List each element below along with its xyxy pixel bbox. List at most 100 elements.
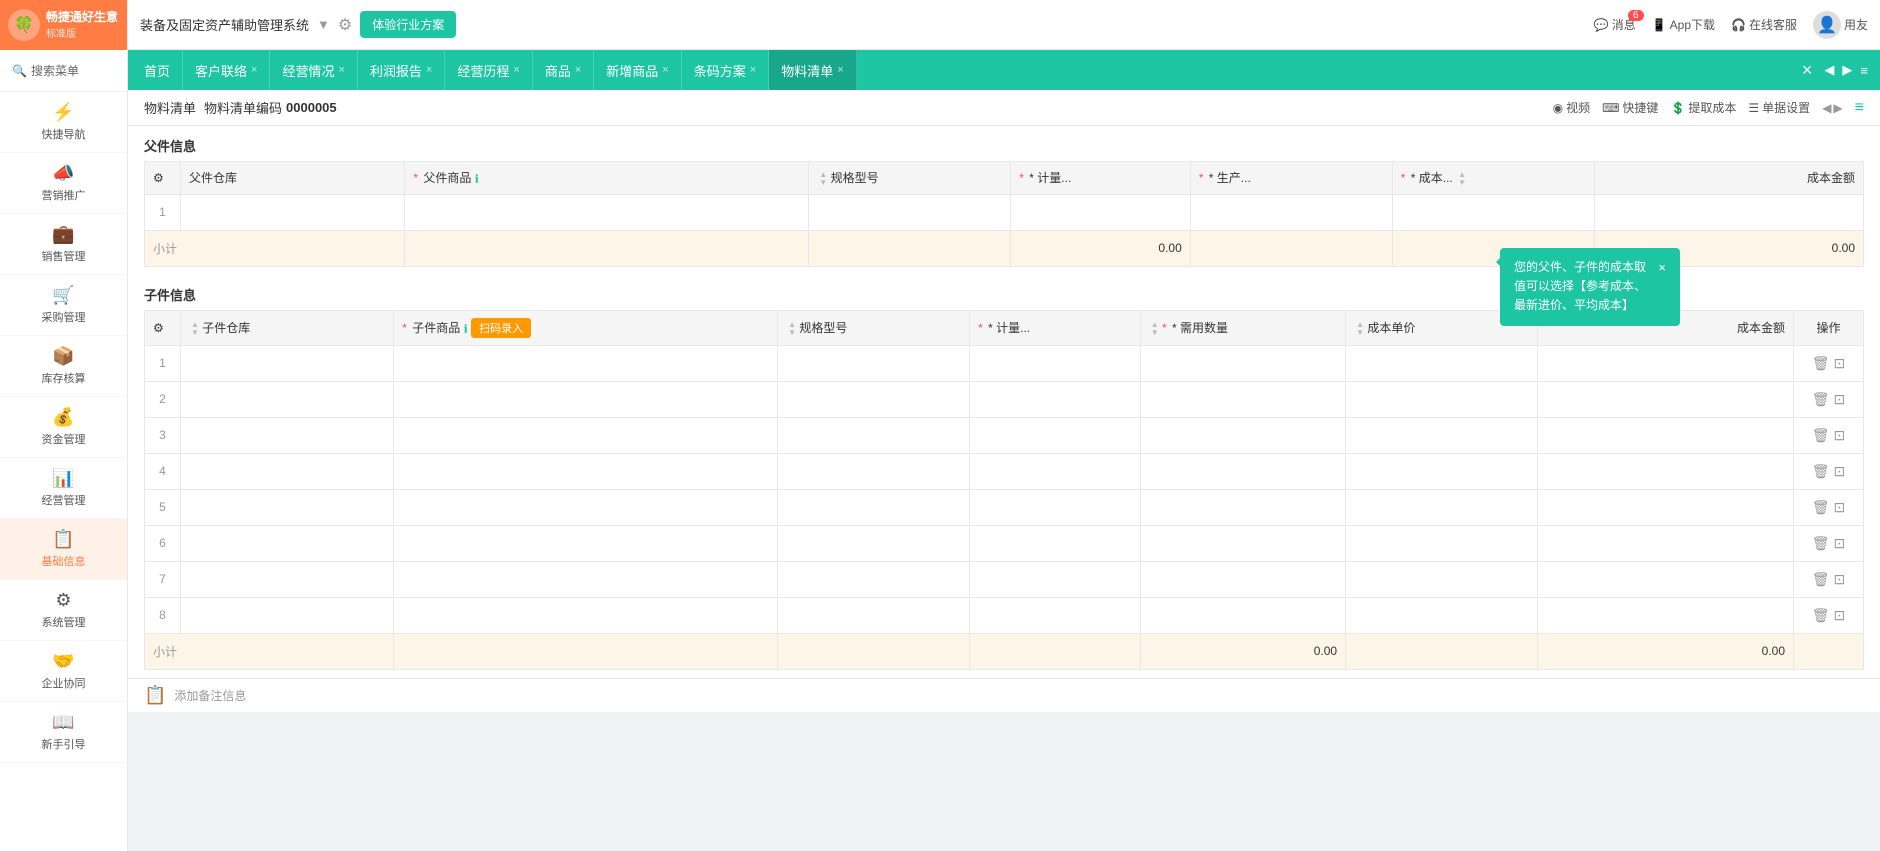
delete-icon[interactable]: 🗑 <box>1812 499 1830 516</box>
tab-profit[interactable]: 利润报告 × <box>358 50 445 90</box>
sidebar-item-inventory[interactable]: 📦 库存核算 <box>0 336 127 397</box>
delete-icon[interactable]: 🗑 <box>1812 607 1830 624</box>
download-icon: 📱 <box>1652 18 1667 32</box>
parent-production-cell[interactable] <box>1190 194 1392 230</box>
breadcrumb-bom-list[interactable]: 物料清单 <box>144 98 196 117</box>
copy-icon[interactable]: ⊡ <box>1834 535 1846 552</box>
sidebar-item-quick-nav[interactable]: ⚡ 快捷导航 <box>0 92 127 153</box>
app-download-button[interactable]: 📱 App下载 <box>1652 16 1715 33</box>
nav-prev-icon[interactable]: ◀ <box>1822 101 1831 115</box>
tabs-nav-prev[interactable]: ◀ <box>1820 62 1838 78</box>
copy-icon[interactable]: ⊡ <box>1834 391 1846 408</box>
tab-bom[interactable]: 物料清单 × <box>769 50 856 90</box>
delete-icon[interactable]: 🗑 <box>1812 535 1830 552</box>
basic-info-icon: 📋 <box>52 529 74 550</box>
sidebar-item-cooperation[interactable]: 🤝 企业协同 <box>0 641 127 702</box>
delete-icon[interactable]: 🗑 <box>1812 427 1830 444</box>
child-qty-1[interactable] <box>1140 345 1345 381</box>
child-unit-1[interactable] <box>970 345 1141 381</box>
quick-nav-icon: ⚡ <box>52 102 74 123</box>
list-view-icon[interactable]: ≡ <box>1855 99 1864 117</box>
parent-product-cell[interactable] <box>405 194 809 230</box>
child-unit-2[interactable] <box>970 381 1141 417</box>
child-warehouse-2[interactable] <box>181 381 394 417</box>
parent-cost-cell[interactable] <box>1392 194 1594 230</box>
trial-button[interactable]: 体验行业方案 <box>360 11 456 38</box>
delete-icon[interactable]: 🗑 <box>1812 391 1830 408</box>
delete-icon[interactable]: 🗑 <box>1812 571 1830 588</box>
tabs-menu-icon[interactable]: ≡ <box>1856 63 1872 78</box>
tab-operations[interactable]: 经营情况 × <box>270 50 357 90</box>
sidebar-item-purchase[interactable]: 🛒 采购管理 <box>0 275 127 336</box>
sidebar-item-system[interactable]: ⚙ 系统管理 <box>0 580 127 641</box>
copy-icon[interactable]: ⊡ <box>1834 571 1846 588</box>
logo-sub: 标准版 <box>46 25 118 40</box>
user-menu[interactable]: 👤 用友 <box>1813 11 1868 39</box>
sidebar-item-sales[interactable]: 💼 销售管理 <box>0 214 127 275</box>
child-spec-2[interactable] <box>778 381 970 417</box>
tab-customer[interactable]: 客户联络 × <box>183 50 270 90</box>
sidebar-item-operations[interactable]: 📊 经营管理 <box>0 458 127 519</box>
copy-icon[interactable]: ⊡ <box>1834 463 1846 480</box>
nav-next-icon[interactable]: ▶ <box>1833 101 1842 115</box>
parent-th-warehouse: 父件仓库 <box>181 162 405 195</box>
copy-icon[interactable]: ⊡ <box>1834 499 1846 516</box>
sidebar-item-marketing[interactable]: 📣 营销推广 <box>0 153 127 214</box>
settings-gear-icon[interactable]: ⚙ <box>338 15 352 35</box>
shortcut-action[interactable]: ⌨ 快捷键 <box>1602 99 1658 116</box>
parent-warehouse-cell[interactable] <box>181 194 405 230</box>
tab-new-goods[interactable]: 新增商品 × <box>594 50 681 90</box>
topbar: 装备及固定资产辅助管理系统 ▼ ⚙ 体验行业方案 💬 消息 6 📱 App下载 … <box>128 0 1880 50</box>
parent-th-product: * 父件商品 ℹ <box>405 162 809 195</box>
close-history-tab[interactable]: × <box>513 64 519 76</box>
tab-barcode[interactable]: 条码方案 × <box>682 50 769 90</box>
close-new-goods-tab[interactable]: × <box>662 64 668 76</box>
parent-th-settings[interactable]: ⚙ <box>145 162 181 195</box>
child-th-settings[interactable]: ⚙ <box>145 310 181 345</box>
tooltip-close-button[interactable]: × <box>1658 258 1666 279</box>
message-button[interactable]: 💬 消息 6 <box>1594 16 1636 33</box>
tab-history[interactable]: 经营历程 × <box>445 50 532 90</box>
sidebar-item-finance[interactable]: 💰 资金管理 <box>0 397 127 458</box>
child-th-ops: 操作 <box>1794 310 1864 345</box>
close-goods-tab[interactable]: × <box>575 64 581 76</box>
online-service-button[interactable]: 🎧 在线客服 <box>1731 16 1797 33</box>
message-icon: 💬 <box>1594 18 1609 32</box>
child-price-2[interactable] <box>1346 381 1538 417</box>
notes-placeholder[interactable]: 添加备注信息 <box>174 687 246 704</box>
copy-icon[interactable]: ⊡ <box>1834 355 1846 372</box>
close-bom-tab[interactable]: × <box>837 64 843 76</box>
close-barcode-tab[interactable]: × <box>750 64 756 76</box>
child-qty-2[interactable] <box>1140 381 1345 417</box>
parent-unit-cell[interactable] <box>1011 194 1191 230</box>
delete-icon[interactable]: 🗑 <box>1812 463 1830 480</box>
child-actions-1: 🗑⊡ <box>1794 355 1863 372</box>
tab-goods[interactable]: 商品 × <box>533 50 594 90</box>
video-action[interactable]: ◉ 视频 <box>1553 99 1591 116</box>
search-menu-button[interactable]: 🔍 搜索菜单 <box>8 58 119 83</box>
tab-home[interactable]: 首页 <box>136 50 183 90</box>
scan-input-button[interactable]: 扫码录入 <box>471 318 531 338</box>
child-row: 6 🗑⊡ <box>145 525 1864 561</box>
delete-icon[interactable]: 🗑 <box>1812 355 1830 372</box>
extract-cost-action[interactable]: 💲 提取成本 <box>1670 99 1736 116</box>
parent-spec-cell[interactable] <box>809 194 1011 230</box>
child-product-2[interactable] <box>394 381 778 417</box>
child-product-1[interactable] <box>394 345 778 381</box>
close-operations-tab[interactable]: × <box>338 64 344 76</box>
copy-icon[interactable]: ⊡ <box>1834 427 1846 444</box>
sidebar-item-basic-info[interactable]: 📋 基础信息 <box>0 519 127 580</box>
child-spec-1[interactable] <box>778 345 970 381</box>
close-profit-tab[interactable]: × <box>426 64 432 76</box>
logo-icon: 🍀 <box>8 9 40 41</box>
doc-settings-action[interactable]: ☰ 单据设置 <box>1748 99 1810 116</box>
close-all-tabs[interactable]: × <box>1794 60 1821 81</box>
child-warehouse-1[interactable] <box>181 345 394 381</box>
copy-icon[interactable]: ⊡ <box>1834 607 1846 624</box>
child-price-1[interactable] <box>1346 345 1538 381</box>
tabs-nav-next[interactable]: ▶ <box>1838 62 1856 78</box>
sidebar-item-guide[interactable]: 📖 新手引导 <box>0 702 127 763</box>
parent-amount-cell <box>1594 194 1863 230</box>
sidebar-nav: ⚡ 快捷导航 📣 营销推广 💼 销售管理 🛒 采购管理 📦 库存核算 💰 资金管… <box>0 92 127 851</box>
close-customer-tab[interactable]: × <box>251 64 257 76</box>
